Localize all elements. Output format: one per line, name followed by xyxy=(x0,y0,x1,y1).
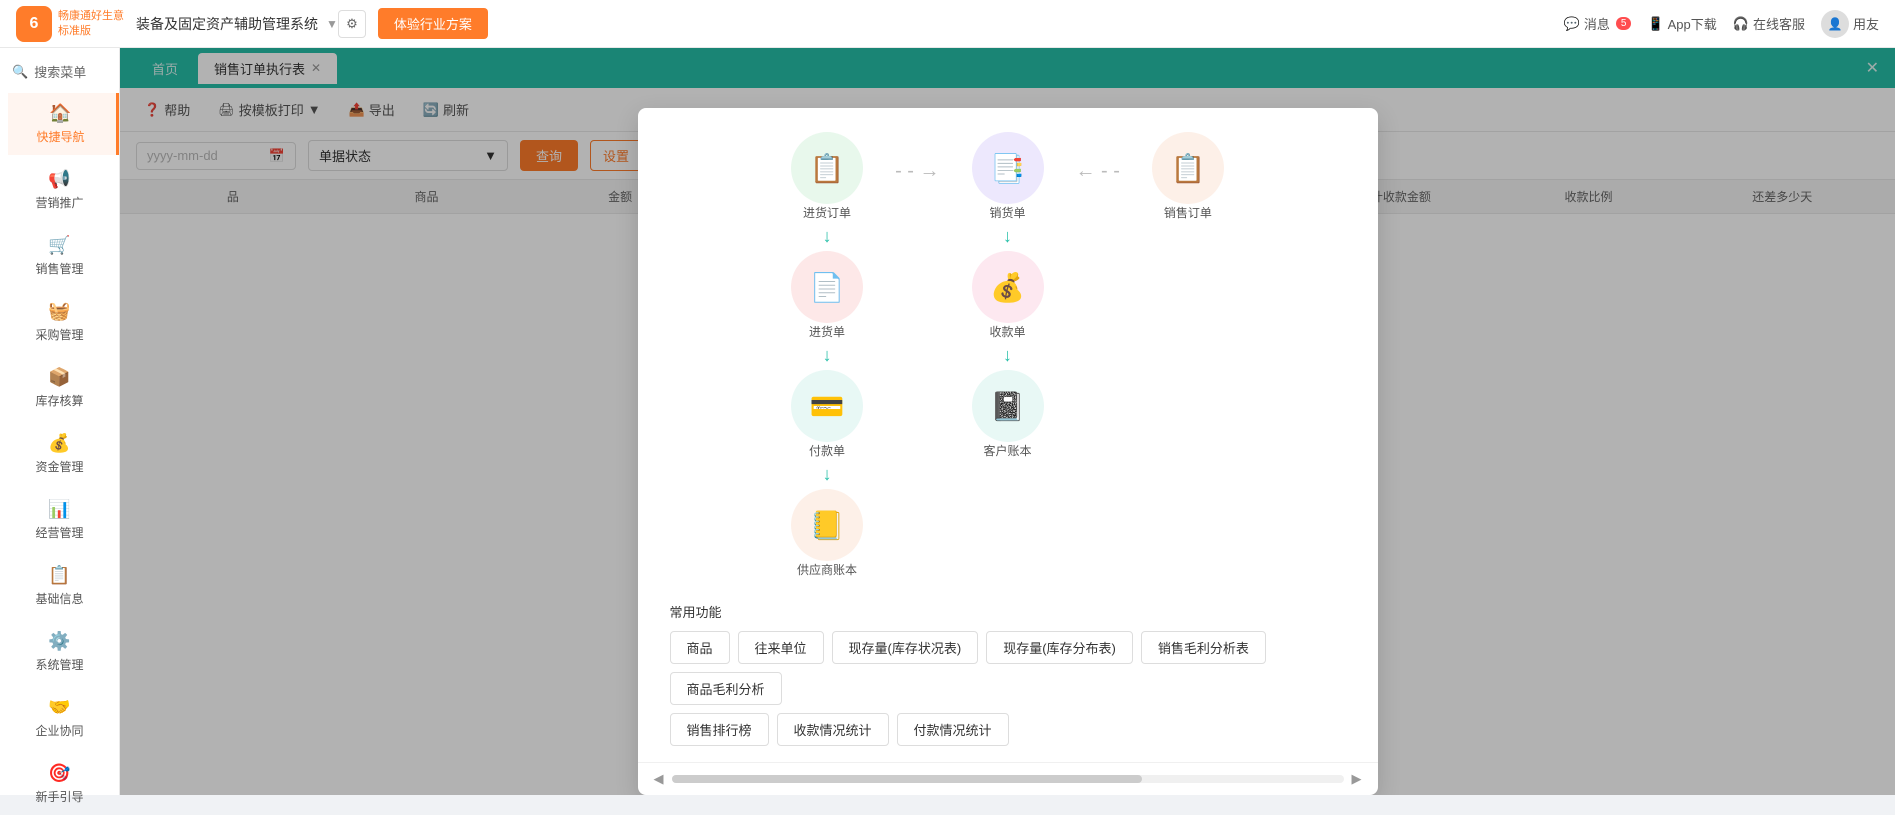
purchase-bill-icon: 📄 xyxy=(791,251,863,323)
common-functions-buttons: 商品 往来单位 现存量(库存状况表) 现存量(库存分布表) 销售毛利分析表 商品… xyxy=(670,631,1346,705)
flow-supplier-account: 📒 供应商账本 xyxy=(791,489,863,578)
logo-text: 畅康通好生意 标准版 xyxy=(58,9,124,38)
content-area: 首页 销售订单执行表 ✕ ✕ ❓ 帮助 🖨 按模板打印 ▼ 📤 导出 xyxy=(120,48,1895,795)
inventory-icon: 📦 xyxy=(48,367,70,388)
sidebar: 🔍 搜索菜单 🏠 快捷导航 📢 营销推广 🛒 销售管理 🧺 采购管理 📦 库存核… xyxy=(0,48,120,795)
cf-btn-stock-dist[interactable]: 现存量(库存分布表) xyxy=(986,631,1133,664)
system-title-area: 装备及固定资产辅助管理系统 ▼ ⚙ 体验行业方案 xyxy=(136,8,1564,39)
payment-bill-label: 付款单 xyxy=(809,442,845,459)
sidebar-item-newcomer[interactable]: 🎯 新手引导 xyxy=(8,753,111,815)
sidebar-item-purchase-mgmt[interactable]: 🧺 采购管理 xyxy=(8,291,111,353)
flow-purchase-bill: 📄 进货单 xyxy=(791,251,863,340)
download-icon: 📱 xyxy=(1647,16,1663,32)
user-item[interactable]: 👤 用友 xyxy=(1821,10,1879,38)
cf-btn-payment-stats[interactable]: 付款情况统计 xyxy=(897,713,1009,746)
common-functions-buttons-row2: 销售排行榜 收款情况统计 付款情况统计 xyxy=(670,713,1346,746)
cf-btn-product[interactable]: 商品 xyxy=(670,631,730,664)
newcomer-icon: 🎯 xyxy=(48,763,70,784)
modal-scrollbar: ◀ ▶ xyxy=(638,762,1378,795)
cf-btn-sales-margin[interactable]: 销售毛利分析表 xyxy=(1141,631,1266,664)
scrollbar-thumb xyxy=(672,775,1142,783)
arrow-down-2: ↓ xyxy=(823,342,832,368)
sidebar-search[interactable]: 🔍 搜索菜单 xyxy=(0,56,119,87)
sidebar-item-sales-mgmt[interactable]: 🛒 销售管理 xyxy=(8,225,111,287)
sidebar-item-marketing[interactable]: 📢 营销推广 xyxy=(8,159,111,221)
purchase-icon: 🧺 xyxy=(48,301,70,322)
customer-account-label: 客户账本 xyxy=(983,442,1031,459)
payment-bill-icon: 💳 xyxy=(791,370,863,442)
service-icon: 🎧 xyxy=(1733,16,1749,32)
modal-body: 📋 进货订单 ↓ 📄 进货单 ↓ xyxy=(638,108,1378,762)
flow-customer-account: 📓 客户账本 xyxy=(972,370,1044,459)
message-badge: 5 xyxy=(1616,17,1632,30)
dashed-arrow-h1: - - → xyxy=(895,160,939,183)
arrow-down-1: ↓ xyxy=(823,223,832,249)
flow-sales-order: 📋 销售订单 xyxy=(1152,132,1224,221)
system-title: 装备及固定资产辅助管理系统 xyxy=(136,14,318,34)
sales-icon: 🛒 xyxy=(48,235,70,256)
message-icon: 💬 xyxy=(1564,16,1580,32)
flow-receipt-bill: 💰 收款单 xyxy=(972,251,1044,340)
search-icon: 🔍 xyxy=(12,64,28,80)
common-functions-section: 常用功能 商品 往来单位 现存量(库存状况表) 现存量(库存分布表) 销售毛利分… xyxy=(670,602,1346,746)
sidebar-item-basic-info[interactable]: 📋 基础信息 xyxy=(8,555,111,617)
sales-order-label: 销售订单 xyxy=(1164,204,1212,221)
sidebar-item-operation[interactable]: 📊 经营管理 xyxy=(8,489,111,551)
flow-sales-bill: 📑 销货单 xyxy=(972,132,1044,221)
sidebar-item-enterprise[interactable]: 🤝 企业协同 xyxy=(8,687,111,749)
sales-order-icon: 📋 xyxy=(1152,132,1224,204)
finance-icon: 💰 xyxy=(48,433,70,454)
arrow-down-3: ↓ xyxy=(823,461,832,487)
logo-area: 6 畅康通好生意 标准版 xyxy=(16,6,136,42)
arrow-down-5: ↓ xyxy=(1003,342,1012,368)
try-industry-button[interactable]: 体验行业方案 xyxy=(378,8,488,39)
cf-btn-stock-status[interactable]: 现存量(库存状况表) xyxy=(832,631,979,664)
arrow-down-4: ↓ xyxy=(1003,223,1012,249)
modal-overlay[interactable]: 📋 进货订单 ↓ 📄 进货单 ↓ xyxy=(120,48,1895,795)
flow-payment-bill: 💳 付款单 xyxy=(791,370,863,459)
user-avatar: 👤 xyxy=(1821,10,1849,38)
scrollbar-track[interactable] xyxy=(672,775,1344,783)
common-functions-title: 常用功能 xyxy=(670,602,1346,621)
top-header: 6 畅康通好生意 标准版 装备及固定资产辅助管理系统 ▼ ⚙ 体验行业方案 💬 … xyxy=(0,0,1895,48)
basic-info-icon: 📋 xyxy=(48,565,70,586)
cf-btn-contacts[interactable]: 往来单位 xyxy=(738,631,824,664)
cf-btn-sales-rank[interactable]: 销售排行榜 xyxy=(670,713,769,746)
cf-btn-receipt-stats[interactable]: 收款情况统计 xyxy=(777,713,889,746)
sales-bill-label: 销货单 xyxy=(989,204,1025,221)
purchase-order-label: 进货订单 xyxy=(803,204,851,221)
main-layout: 🔍 搜索菜单 🏠 快捷导航 📢 营销推广 🛒 销售管理 🧺 采购管理 📦 库存核… xyxy=(0,48,1895,795)
sidebar-item-inventory[interactable]: 📦 库存核算 xyxy=(8,357,111,419)
enterprise-icon: 🤝 xyxy=(48,697,70,718)
home-icon: 🏠 xyxy=(49,103,71,124)
header-right: 💬 消息 5 📱 App下载 🎧 在线客服 👤 用友 xyxy=(1564,10,1879,38)
sidebar-item-system-mgmt[interactable]: ⚙️ 系统管理 xyxy=(8,621,111,683)
sales-bill-icon: 📑 xyxy=(972,132,1044,204)
purchase-order-icon: 📋 xyxy=(791,132,863,204)
cf-btn-product-margin[interactable]: 商品毛利分析 xyxy=(670,672,782,705)
dashed-arrow-h2: ← - - xyxy=(1076,160,1120,183)
scroll-left-icon[interactable]: ◀ xyxy=(654,771,664,787)
purchase-bill-label: 进货单 xyxy=(809,323,845,340)
operation-icon: 📊 xyxy=(48,499,70,520)
receipt-bill-label: 收款单 xyxy=(989,323,1025,340)
gear-button[interactable]: ⚙ xyxy=(338,10,366,38)
scroll-right-icon[interactable]: ▶ xyxy=(1352,771,1362,787)
flow-modal: 📋 进货订单 ↓ 📄 进货单 ↓ xyxy=(638,108,1378,795)
sidebar-item-finance[interactable]: 💰 资金管理 xyxy=(8,423,111,485)
app-download-item[interactable]: 📱 App下载 xyxy=(1647,14,1716,33)
title-dropdown-icon[interactable]: ▼ xyxy=(326,17,338,31)
sidebar-item-quick-nav[interactable]: 🏠 快捷导航 xyxy=(8,93,119,155)
logo-icon: 6 xyxy=(16,6,52,42)
message-item[interactable]: 💬 消息 5 xyxy=(1564,14,1632,33)
customer-account-icon: 📓 xyxy=(972,370,1044,442)
flow-purchase-order: 📋 进货订单 xyxy=(791,132,863,221)
receipt-bill-icon: 💰 xyxy=(972,251,1044,323)
supplier-account-icon: 📒 xyxy=(791,489,863,561)
supplier-account-label: 供应商账本 xyxy=(797,561,857,578)
online-service-item[interactable]: 🎧 在线客服 xyxy=(1733,14,1805,33)
system-icon: ⚙️ xyxy=(48,631,70,652)
marketing-icon: 📢 xyxy=(48,169,70,190)
